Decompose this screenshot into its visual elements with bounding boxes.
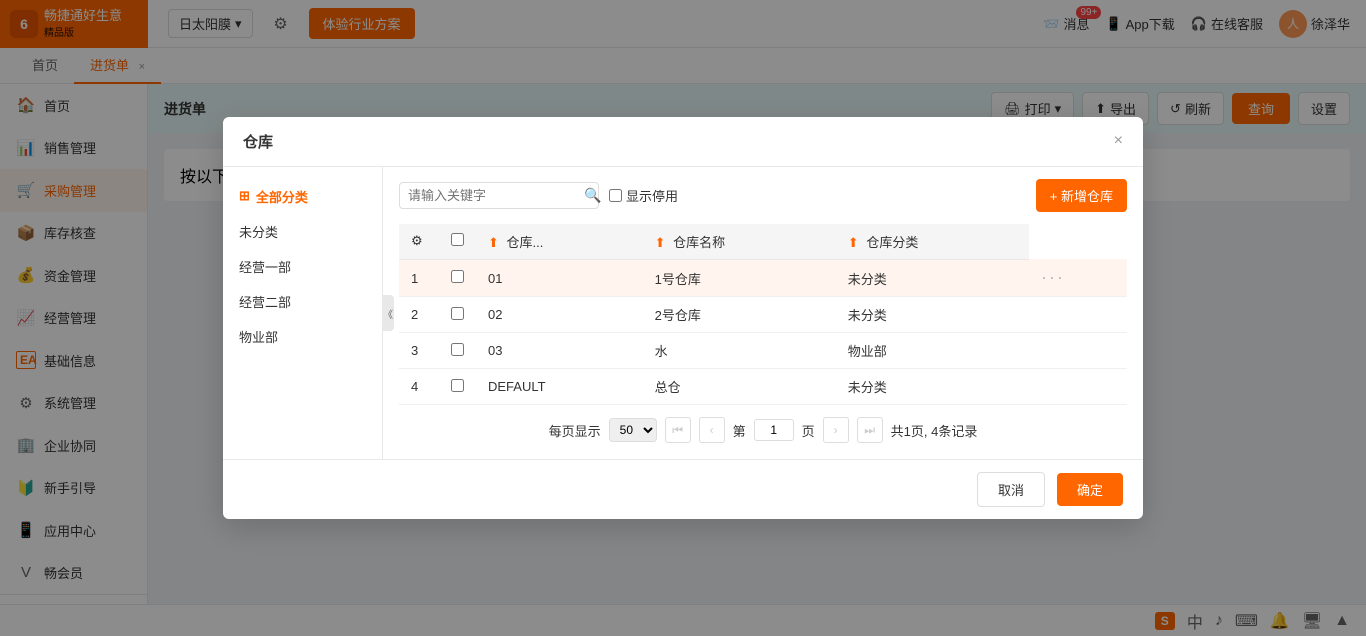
table-head: ⚙ ⬆ 仓库... ⬆ [399,224,1127,260]
modal-title: 仓库 [243,131,273,152]
select-all-checkbox[interactable] [451,233,464,246]
row-category: 物业部 [836,333,1029,369]
total-label: 共1页, 4条记录 [891,421,978,440]
table-row[interactable]: 4 DEFAULT 总仓 未分类 [399,369,1127,405]
confirm-btn[interactable]: 确定 [1057,473,1123,506]
row-num: 3 [399,333,439,369]
cat-ops1[interactable]: 经营一部 [223,249,382,284]
row-checkbox [439,333,476,369]
add-warehouse-btn[interactable]: + 新增仓库 [1036,179,1127,212]
row-select[interactable] [451,343,464,356]
category-panel: ⊞ 全部分类 未分类 经营一部 经营二部 物业部 《 [223,167,383,460]
modal-overlay: 仓库 × ⊞ 全部分类 未分类 经营一部 经营二部 [0,0,1366,636]
row-select[interactable] [451,307,464,320]
cat-label: 未分类 [239,222,278,241]
th-category: ⬆ 仓库分类 [836,224,1029,260]
row-actions[interactable] [1029,297,1127,333]
page-input[interactable] [754,419,794,441]
row-name: 总仓 [643,369,836,405]
page-last-btn[interactable]: ⏭ [857,417,883,443]
table-body: 1 01 1号仓库 未分类 ··· 2 02 2 [399,259,1127,405]
th-name: ⬆ 仓库名称 [643,224,836,260]
show-disabled-checkbox[interactable] [609,189,622,202]
row-code: 03 [476,333,643,369]
show-disabled-label[interactable]: 显示停用 [609,186,678,205]
collapse-panel-btn[interactable]: 《 [382,295,394,331]
warehouse-modal: 仓库 × ⊞ 全部分类 未分类 经营一部 经营二部 [223,117,1143,520]
pagination-bar: 每页显示 50 ⏮ ‹ 第 页 › ⏭ 共1页, 4条记录 [399,405,1127,447]
table-toolbar: 🔍 显示停用 + 新增仓库 [399,179,1127,212]
page-suffix: 页 [802,421,815,440]
cat-label: 经营一部 [239,257,291,276]
row-name: 水 [643,333,836,369]
row-name: 2号仓库 [643,297,836,333]
cat-label: 经营二部 [239,292,291,311]
cat-unclassified[interactable]: 未分类 [223,214,382,249]
sort-icon-name: ⬆ [655,235,666,250]
row-num: 2 [399,297,439,333]
row-num: 1 [399,259,439,297]
cat-all[interactable]: ⊞ 全部分类 [223,179,382,214]
modal-header: 仓库 × [223,117,1143,167]
page-first-btn[interactable]: ⏮ [665,417,691,443]
page-prev-btn[interactable]: ‹ [699,417,725,443]
row-code: 02 [476,297,643,333]
row-select[interactable] [451,379,464,392]
cancel-btn[interactable]: 取消 [977,472,1045,507]
search-icon[interactable]: 🔍 [584,187,601,204]
search-input[interactable] [408,188,584,203]
per-page-select[interactable]: 50 [609,418,657,442]
page-next-btn[interactable]: › [823,417,849,443]
modal-footer: 取消 确定 [223,459,1143,519]
row-category: 未分类 [836,297,1029,333]
row-select[interactable] [451,270,464,283]
sort-icon-cat: ⬆ [848,235,859,250]
row-actions[interactable] [1029,333,1127,369]
row-category: 未分类 [836,259,1029,297]
cat-label: 物业部 [239,327,278,346]
modal-body: ⊞ 全部分类 未分类 经营一部 经营二部 物业部 《 [223,167,1143,460]
row-category: 未分类 [836,369,1029,405]
cat-property[interactable]: 物业部 [223,319,382,354]
row-checkbox [439,369,476,405]
row-checkbox [439,297,476,333]
row-code: 01 [476,259,643,297]
modal-close-btn[interactable]: × [1114,132,1123,150]
table-container: ⚙ ⬆ 仓库... ⬆ [399,224,1127,406]
row-code: DEFAULT [476,369,643,405]
th-gear: ⚙ [399,224,439,260]
warehouse-table: ⚙ ⬆ 仓库... ⬆ [399,224,1127,406]
row-name: 1号仓库 [643,259,836,297]
sort-icon: ⬆ [488,235,499,250]
row-actions[interactable]: ··· [1029,259,1127,297]
search-box: 🔍 [399,182,599,209]
gear-icon[interactable]: ⚙ [411,233,423,248]
table-row[interactable]: 3 03 水 物业部 [399,333,1127,369]
page-label: 第 [733,421,746,440]
table-row[interactable]: 2 02 2号仓库 未分类 [399,297,1127,333]
table-panel: 🔍 显示停用 + 新增仓库 ⚙ [383,167,1143,460]
row-num: 4 [399,369,439,405]
per-page-label: 每页显示 [549,421,601,440]
cat-label: 全部分类 [256,187,308,206]
th-code: ⬆ 仓库... [476,224,643,260]
table-row[interactable]: 1 01 1号仓库 未分类 ··· [399,259,1127,297]
th-checkbox [439,224,476,260]
cat-ops2[interactable]: 经营二部 [223,284,382,319]
row-actions[interactable] [1029,369,1127,405]
grid-icon: ⊞ [239,188,250,204]
row-checkbox [439,259,476,297]
